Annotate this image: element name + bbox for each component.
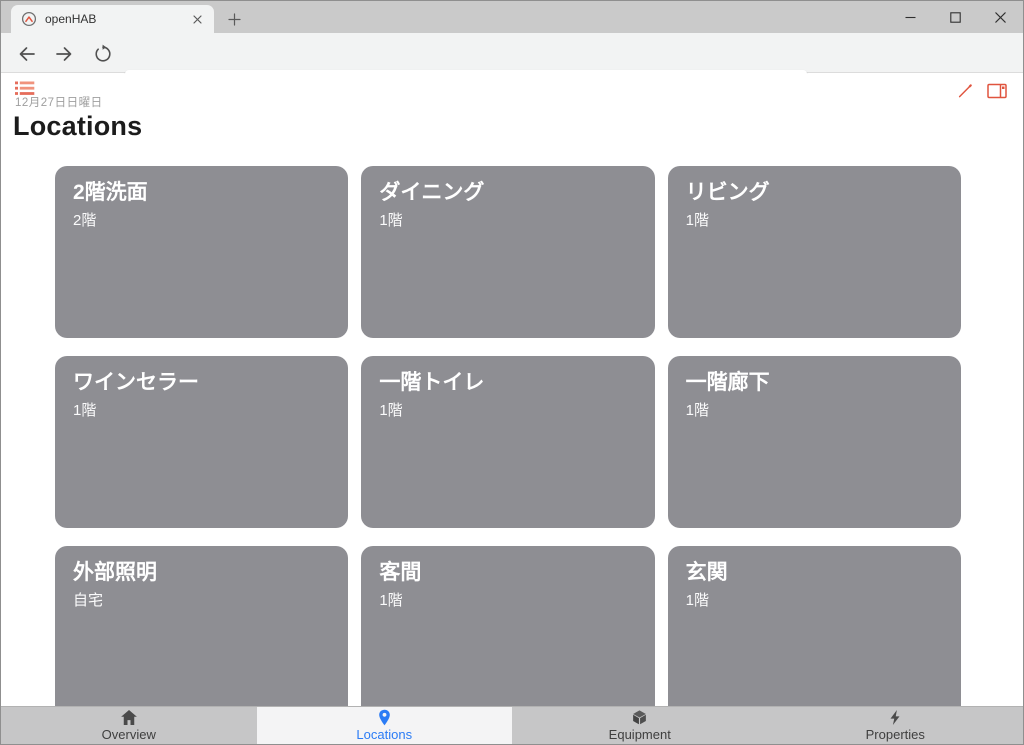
card-subtitle: 1階: [379, 402, 403, 420]
browser-tab-openhab[interactable]: openHAB: [11, 5, 214, 33]
tab-locations[interactable]: Locations: [256, 707, 512, 744]
card-subtitle: 1階: [73, 402, 97, 420]
tab-label: Equipment: [608, 727, 671, 742]
card-subtitle: 1階: [685, 592, 709, 610]
card-title: 玄関: [685, 561, 728, 584]
openhab-page: 12月27日日曜日 Locations 2階洗面 2階 ダイニング 1階 リビン…: [1, 74, 1023, 744]
location-card[interactable]: 客間 1階: [361, 546, 655, 718]
forward-button[interactable]: [51, 41, 77, 67]
card-title: 一階廊下: [685, 371, 770, 394]
card-subtitle: 2階: [73, 212, 97, 230]
location-pin-icon: [378, 709, 391, 726]
card-title: 2階洗面: [73, 181, 148, 204]
home-icon: [120, 709, 138, 726]
tab-label: Locations: [356, 727, 413, 742]
location-card[interactable]: ダイニング 1階: [361, 166, 655, 338]
tab-title: openHAB: [45, 12, 97, 26]
tab-equipment[interactable]: Equipment: [512, 707, 768, 744]
card-subtitle: 1階: [379, 212, 403, 230]
page-title: Locations: [13, 111, 143, 141]
card-title: ダイニング: [379, 181, 485, 204]
refresh-button[interactable]: [90, 41, 116, 67]
edit-pencil-icon[interactable]: [953, 80, 977, 102]
card-subtitle: 1階: [685, 212, 709, 230]
location-card[interactable]: 外部照明 自宅: [55, 546, 349, 718]
back-button[interactable]: [14, 41, 40, 67]
new-tab-button[interactable]: [223, 9, 245, 29]
tab-close-icon[interactable]: [188, 10, 206, 28]
location-card[interactable]: ワインセラー 1階: [55, 356, 349, 528]
sidebar-panel-icon[interactable]: [985, 80, 1009, 102]
location-card[interactable]: 一階トイレ 1階: [361, 356, 655, 528]
card-subtitle: 自宅: [73, 592, 104, 610]
location-card[interactable]: 一階廊下 1階: [667, 356, 961, 528]
maximize-button[interactable]: [933, 1, 978, 33]
location-card[interactable]: 2階洗面 2階: [55, 166, 349, 338]
card-subtitle: 1階: [685, 402, 709, 420]
card-title: 外部照明: [73, 561, 157, 584]
lightning-bolt-icon: [889, 709, 901, 726]
tab-label: Properties: [865, 727, 925, 742]
tab-label: Overview: [101, 727, 156, 742]
minimize-button[interactable]: [888, 1, 933, 33]
browser-toolbar: [1, 33, 1023, 100]
card-title: ワインセラー: [73, 371, 199, 394]
location-card[interactable]: リビング 1階: [667, 166, 961, 338]
close-window-button[interactable]: [978, 1, 1023, 33]
location-card[interactable]: 玄関 1階: [667, 546, 961, 718]
cards-grid: 2階洗面 2階 ダイニング 1階 リビング 1階 ワインセラー 1階 一階トイレ…: [1, 166, 1023, 718]
bottom-tabbar: Overview Locations Equipment Properties: [1, 706, 1023, 744]
card-subtitle: 1階: [379, 592, 403, 610]
tab-properties[interactable]: Properties: [768, 707, 1024, 744]
card-title: リビング: [685, 181, 770, 204]
browser-window: openHAB 12月27日日曜日 Locations 2階洗面 2階 ダイニン…: [0, 0, 1024, 745]
card-title: 客間: [379, 561, 422, 584]
page-date: 12月27日日曜日: [15, 97, 103, 109]
browser-titlebar: openHAB: [1, 1, 1023, 33]
tab-overview[interactable]: Overview: [1, 707, 257, 744]
openhab-favicon: [21, 11, 37, 27]
card-title: 一階トイレ: [379, 371, 485, 394]
equipment-box-icon: [631, 709, 648, 726]
